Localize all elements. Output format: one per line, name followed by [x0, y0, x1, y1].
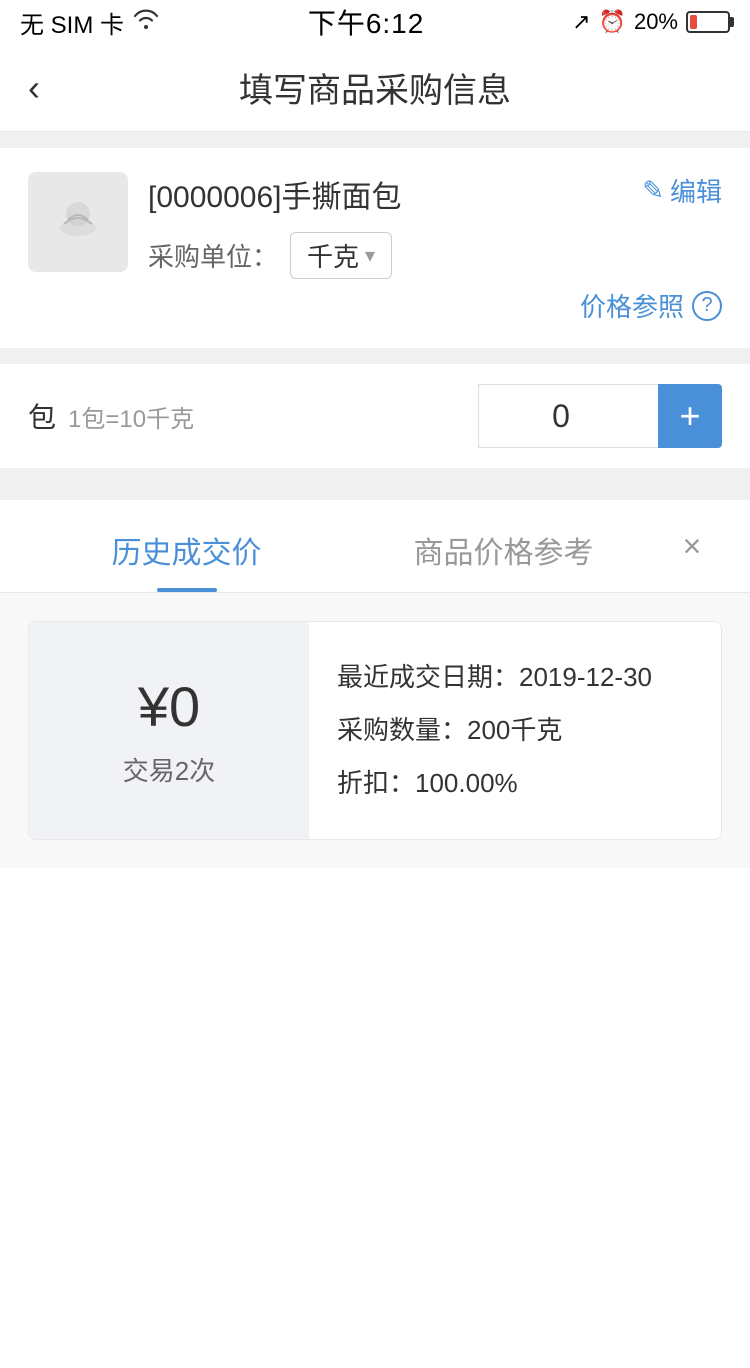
- price-trades: 交易2次: [123, 751, 215, 788]
- recent-date-value: 2019-12-30: [519, 662, 652, 692]
- edit-label: 编辑: [670, 172, 722, 209]
- price-card: ¥0 交易2次 最近成交日期：2019-12-30 采购数量：200千克 折扣：…: [28, 621, 722, 840]
- unit-label: 采购单位：: [148, 237, 278, 274]
- quantity-unit: 包: [28, 396, 56, 436]
- status-time: 下午6:12: [308, 2, 425, 42]
- main-content-area: [0, 868, 750, 1368]
- purchase-qty-label: 采购数量：: [337, 715, 467, 745]
- recent-date-row: 最近成交日期：2019-12-30: [337, 658, 693, 697]
- unit-value: 千克: [307, 237, 359, 274]
- product-unit-row: 采购单位： 千克 ▾: [148, 232, 401, 279]
- price-symbol: ¥: [138, 675, 169, 738]
- location-icon: ↗: [572, 9, 590, 35]
- status-left: 无 SIM 卡: [20, 5, 160, 40]
- page-title: 填写商品采购信息: [239, 63, 511, 112]
- discount-label: 折扣：: [337, 768, 415, 798]
- unit-select[interactable]: 千克 ▾: [290, 232, 392, 279]
- help-icon[interactable]: ?: [692, 291, 722, 321]
- product-section: [0000006]手撕面包 采购单位： 千克 ▾ ✎ 编辑 价格参照 ?: [0, 148, 750, 348]
- wifi-icon: [132, 8, 160, 37]
- price-value: 0: [169, 675, 200, 738]
- product-info: [0000006]手撕面包 采购单位： 千克 ▾: [148, 172, 401, 279]
- discount-value: 100.00%: [415, 768, 518, 798]
- product-left: [0000006]手撕面包 采购单位： 千克 ▾: [28, 172, 401, 279]
- status-bar: 无 SIM 卡 下午6:12 ↗ ⏰ 20%: [0, 0, 750, 44]
- dropdown-arrow-icon: ▾: [365, 243, 375, 268]
- quantity-right: +: [478, 384, 722, 448]
- product-name: [0000006]手撕面包: [148, 172, 401, 216]
- product-thumbnail: [28, 172, 128, 272]
- back-button[interactable]: ‹: [28, 67, 40, 109]
- edit-button[interactable]: ✎ 编辑: [642, 172, 722, 209]
- status-right: ↗ ⏰ 20%: [572, 9, 730, 35]
- quantity-left: 包 1包=10千克: [28, 396, 194, 436]
- tab-close-button[interactable]: ×: [662, 516, 722, 576]
- price-ref-link[interactable]: 价格参照: [580, 287, 684, 324]
- history-content: ¥0 交易2次 最近成交日期：2019-12-30 采购数量：200千克 折扣：…: [0, 593, 750, 868]
- battery-indicator: [686, 11, 730, 33]
- section-divider-2: [0, 468, 750, 484]
- price-card-left: ¥0 交易2次: [29, 622, 309, 839]
- carrier-text: 无 SIM 卡: [20, 5, 124, 40]
- purchase-qty-value: 200千克: [467, 715, 562, 745]
- edit-icon: ✎: [642, 175, 664, 206]
- recent-date-label: 最近成交日期：: [337, 662, 519, 692]
- tab-reference[interactable]: 商品价格参考: [345, 500, 662, 592]
- quantity-section: 包 1包=10千克 +: [0, 364, 750, 468]
- alarm-icon: ⏰: [599, 9, 626, 35]
- nav-bar: ‹ 填写商品采购信息: [0, 44, 750, 132]
- bottom-panel: 历史成交价 商品价格参考 × ¥0 交易2次 最近成交日期：2019-12-30…: [0, 500, 750, 868]
- purchase-qty-row: 采购数量：200千克: [337, 711, 693, 750]
- battery-percent: 20%: [634, 9, 678, 35]
- price-amount: ¥0: [138, 674, 200, 739]
- tabs-row: 历史成交价 商品价格参考 ×: [0, 500, 750, 593]
- quantity-input[interactable]: [478, 384, 658, 448]
- section-divider: [0, 348, 750, 364]
- discount-row: 折扣：100.00%: [337, 764, 693, 803]
- price-card-right: 最近成交日期：2019-12-30 采购数量：200千克 折扣：100.00%: [309, 622, 721, 839]
- quantity-conversion: 1包=10千克: [68, 399, 194, 434]
- quantity-plus-button[interactable]: +: [658, 384, 722, 448]
- price-ref-row: 价格参照 ?: [28, 287, 722, 324]
- tab-history[interactable]: 历史成交价: [28, 500, 345, 592]
